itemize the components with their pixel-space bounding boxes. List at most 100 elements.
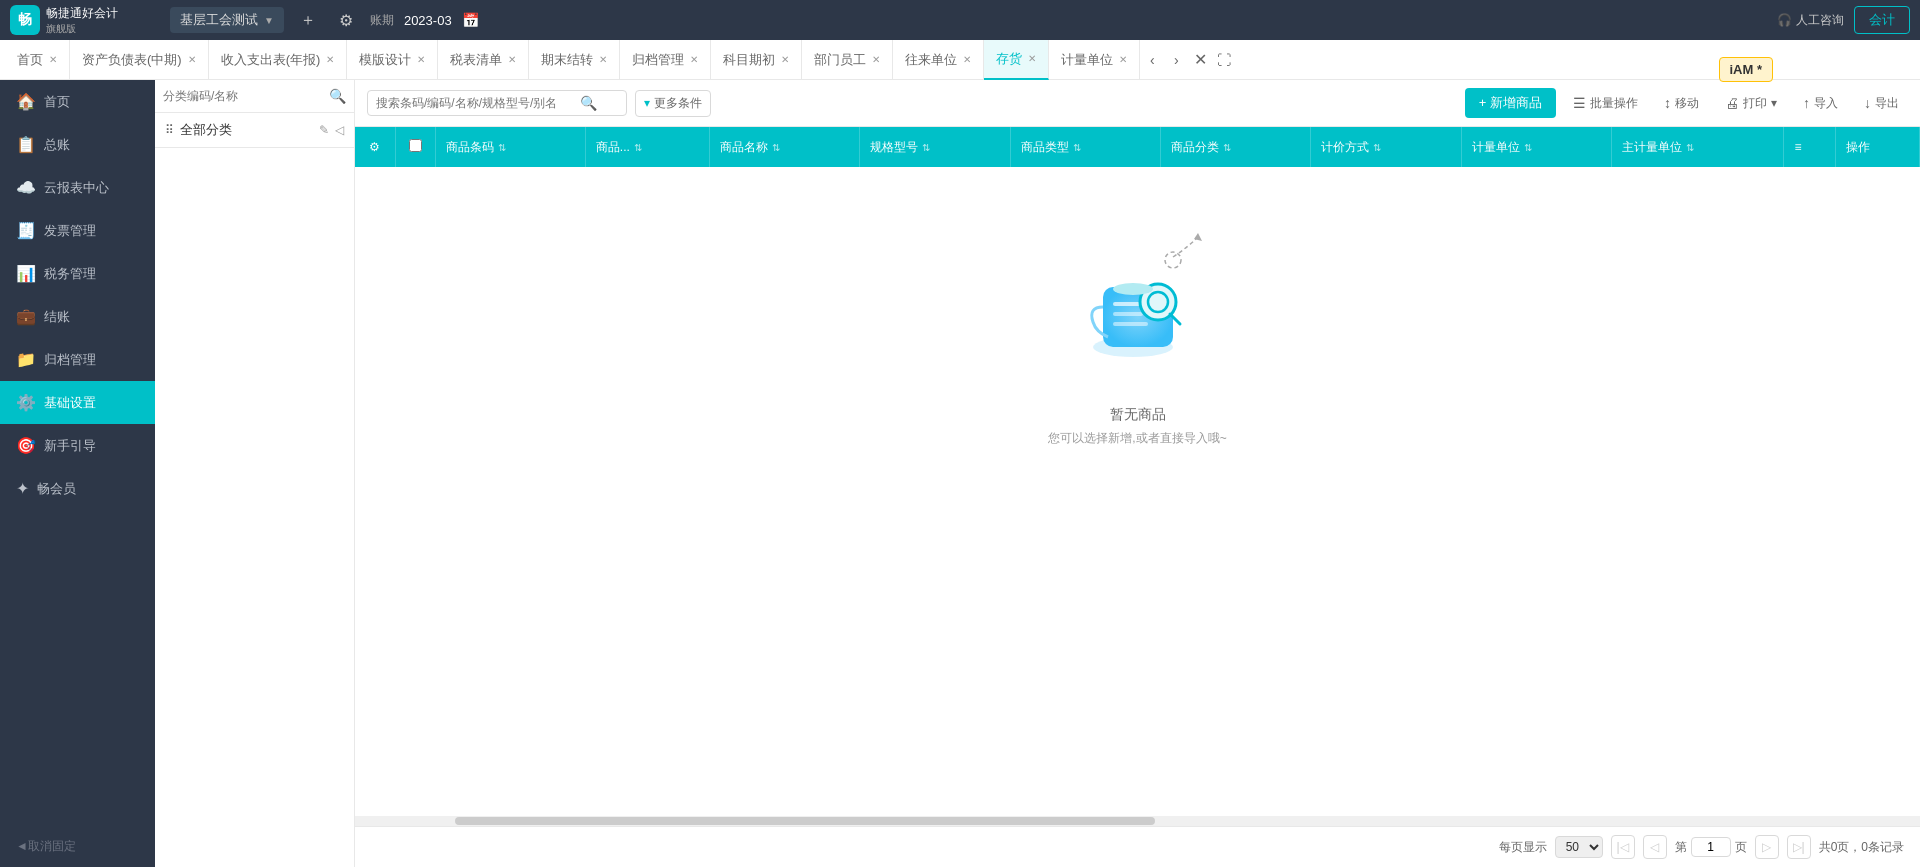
tab-period-end-label: 期末结转 xyxy=(541,51,593,69)
settings-icon[interactable]: ⚙ xyxy=(332,6,360,34)
th-settings[interactable]: ⚙ xyxy=(355,127,395,167)
category-collapse-icon[interactable]: ◁ xyxy=(335,123,344,137)
tab-unit-close[interactable]: ✕ xyxy=(1119,54,1127,65)
two-panel: 🔍 ⠿ 全部分类 ✎ ◁ 🔍 ▾ xyxy=(155,80,1920,867)
tab-next-button[interactable]: › xyxy=(1164,40,1188,80)
import-button[interactable]: ↑ 导入 xyxy=(1794,90,1847,117)
scrollbar-thumb[interactable] xyxy=(455,817,1155,825)
tab-close-all-button[interactable]: ✕ xyxy=(1188,40,1212,80)
sidebar-item-invoice[interactable]: 🧾 发票管理 xyxy=(0,209,155,252)
tab-contacts-close[interactable]: ✕ xyxy=(963,54,971,65)
th-checkbox[interactable] xyxy=(395,127,435,167)
sidebar-item-ledger[interactable]: 📋 总账 xyxy=(0,123,155,166)
tab-unit[interactable]: 计量单位 ✕ xyxy=(1049,40,1140,80)
category-search-input[interactable] xyxy=(163,89,325,103)
tab-period-end-close[interactable]: ✕ xyxy=(599,54,607,65)
tab-subject-close[interactable]: ✕ xyxy=(781,54,789,65)
tab-home-close[interactable]: ✕ xyxy=(49,54,57,65)
sidebar-item-tax[interactable]: 📊 税务管理 xyxy=(0,252,155,295)
tab-tax-list-close[interactable]: ✕ xyxy=(508,54,516,65)
tab-home[interactable]: 首页 ✕ xyxy=(5,40,70,80)
export-icon: ↓ xyxy=(1864,95,1871,111)
print-button[interactable]: 🖨 打印 ▾ xyxy=(1716,90,1786,117)
batch-action-button[interactable]: ☰ 批量操作 xyxy=(1564,90,1647,117)
move-icon: ↕ xyxy=(1664,95,1671,111)
category-edit-icon[interactable]: ✎ xyxy=(319,123,329,137)
batch-label: 批量操作 xyxy=(1590,95,1638,112)
tab-tax-list[interactable]: 税表清单 ✕ xyxy=(438,40,529,80)
page-number-input[interactable] xyxy=(1691,837,1731,857)
per-page-select[interactable]: 50 xyxy=(1555,836,1603,858)
select-all-checkbox[interactable] xyxy=(409,139,422,152)
table-header-row: ⚙ 商品条码⇅ 商品...⇅ xyxy=(355,127,1920,167)
th-code[interactable]: 商品...⇅ xyxy=(585,127,709,167)
tab-dept[interactable]: 部门员工 ✕ xyxy=(802,40,893,80)
page-next-button[interactable]: ▷ xyxy=(1755,835,1779,859)
tab-balance-sheet[interactable]: 资产负债表(中期) ✕ xyxy=(70,40,209,80)
filter-label: 更多条件 xyxy=(654,95,702,112)
per-page-label: 每页显示 xyxy=(1499,839,1547,856)
product-search-icon[interactable]: 🔍 xyxy=(580,95,597,111)
scrollbar-area[interactable] xyxy=(355,816,1920,826)
category-search-icon[interactable]: 🔍 xyxy=(329,88,346,104)
logo-area: 畅 畅捷通好会计 旗舰版 xyxy=(10,5,160,36)
tab-dept-close[interactable]: ✕ xyxy=(872,54,880,65)
sidebar-item-member[interactable]: ✦ 畅会员 xyxy=(0,467,155,510)
product-table: ⚙ 商品条码⇅ 商品...⇅ xyxy=(355,127,1920,167)
sidebar-item-guide[interactable]: 🎯 新手引导 xyxy=(0,424,155,467)
sidebar-item-settings[interactable]: ⚙️ 基础设置 xyxy=(0,381,155,424)
export-button[interactable]: ↓ 导出 xyxy=(1855,90,1908,117)
th-main-unit[interactable]: 主计量单位⇅ xyxy=(1611,127,1784,167)
sidebar-item-reports-label: 云报表中心 xyxy=(44,179,109,197)
th-barcode[interactable]: 商品条码⇅ xyxy=(435,127,585,167)
tab-expand-button[interactable]: ⛶ xyxy=(1212,40,1236,80)
import-icon: ↑ xyxy=(1803,95,1810,111)
page-last-button[interactable]: ▷| xyxy=(1787,835,1811,859)
tab-contacts-label: 往来单位 xyxy=(905,51,957,69)
tab-period-end[interactable]: 期末结转 ✕ xyxy=(529,40,620,80)
top-bar: 畅 畅捷通好会计 旗舰版 基层工会测试 ▼ ＋ ⚙ 账期 2023-03 📅 🎧… xyxy=(0,0,1920,40)
add-product-button[interactable]: + 新增商品 xyxy=(1465,88,1556,118)
sidebar-item-home[interactable]: 🏠 首页 xyxy=(0,80,155,123)
sidebar-item-archive[interactable]: 📁 归档管理 xyxy=(0,338,155,381)
page-first-button[interactable]: |◁ xyxy=(1611,835,1635,859)
add-tab-button[interactable]: ＋ xyxy=(294,6,322,34)
tab-subject[interactable]: 科目期初 ✕ xyxy=(711,40,802,80)
product-search-input[interactable] xyxy=(376,96,576,110)
th-type[interactable]: 商品类型⇅ xyxy=(1010,127,1160,167)
tab-inventory[interactable]: 存货 ✕ xyxy=(984,40,1049,80)
sidebar-unpin-button[interactable]: ◄取消固定 xyxy=(0,826,155,867)
empty-svg xyxy=(1058,227,1218,387)
page-prev-button[interactable]: ◁ xyxy=(1643,835,1667,859)
th-more[interactable]: ≡ xyxy=(1784,127,1836,167)
sidebar-item-close[interactable]: 💼 结账 xyxy=(0,295,155,338)
th-name[interactable]: 商品名称⇅ xyxy=(710,127,860,167)
period-value[interactable]: 2023-03 xyxy=(404,13,452,28)
tab-income-close[interactable]: ✕ xyxy=(326,54,334,65)
svg-point-10 xyxy=(1165,252,1181,268)
tab-template-close[interactable]: ✕ xyxy=(417,54,425,65)
print-dropdown-icon: ▾ xyxy=(1771,96,1777,110)
filter-button[interactable]: ▾ 更多条件 xyxy=(635,90,711,117)
tab-balance-sheet-close[interactable]: ✕ xyxy=(188,54,196,65)
th-price-method[interactable]: 计价方式⇅ xyxy=(1311,127,1461,167)
th-unit[interactable]: 计量单位⇅ xyxy=(1461,127,1611,167)
th-spec[interactable]: 规格型号⇅ xyxy=(860,127,1010,167)
kuaiji-button[interactable]: 会计 xyxy=(1854,6,1910,34)
tab-prev-button[interactable]: ‹ xyxy=(1140,40,1164,80)
tab-archive[interactable]: 归档管理 ✕ xyxy=(620,40,711,80)
tab-unit-label: 计量单位 xyxy=(1061,51,1113,69)
calendar-icon[interactable]: 📅 xyxy=(462,12,479,28)
tab-template[interactable]: 模版设计 ✕ xyxy=(347,40,438,80)
tab-income[interactable]: 收入支出表(年报) ✕ xyxy=(209,40,348,80)
tab-income-label: 收入支出表(年报) xyxy=(221,51,321,69)
help-button[interactable]: 🎧 人工咨询 xyxy=(1777,12,1844,29)
sidebar-item-reports[interactable]: ☁️ 云报表中心 xyxy=(0,166,155,209)
period-label: 账期 xyxy=(370,12,394,29)
company-selector[interactable]: 基层工会测试 ▼ xyxy=(170,7,284,33)
move-button[interactable]: ↕ 移动 xyxy=(1655,90,1708,117)
th-category[interactable]: 商品分类⇅ xyxy=(1161,127,1311,167)
tab-archive-close[interactable]: ✕ xyxy=(690,54,698,65)
tab-contacts[interactable]: 往来单位 ✕ xyxy=(893,40,984,80)
tab-inventory-close[interactable]: ✕ xyxy=(1028,53,1036,64)
